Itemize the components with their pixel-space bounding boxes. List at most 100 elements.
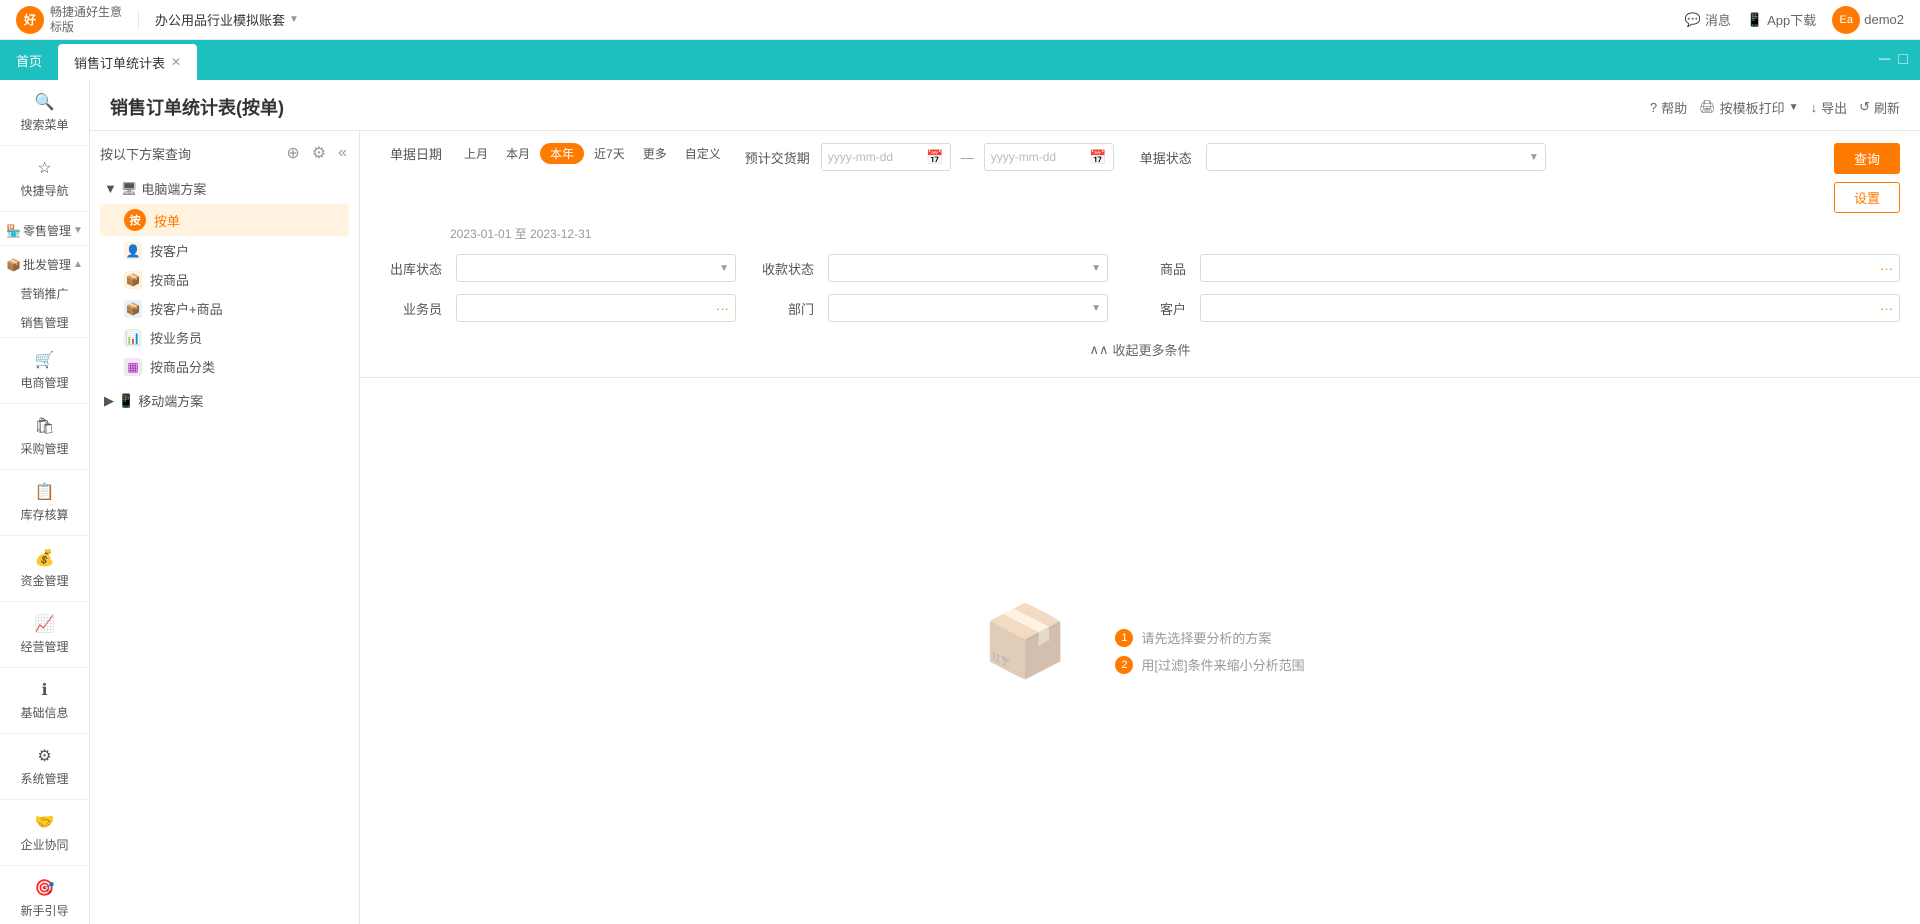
sidebar-item-marketing[interactable]: 营销推广 bbox=[0, 279, 89, 308]
sidebar-item-wholesale-mgmt[interactable]: 📦 批发管理 ▲ bbox=[0, 246, 89, 279]
empty-tips: 1 请先选择要分析的方案 2 用[过滤]条件来缩小分析范围 bbox=[1115, 628, 1304, 674]
collapse-btn[interactable]: ∧∧ 收起更多条件 bbox=[380, 334, 1900, 365]
guide-icon: 🎯 bbox=[35, 878, 55, 898]
order-status-select[interactable]: ▼ bbox=[1206, 143, 1546, 171]
workspace-selector[interactable]: 办公用品行业模拟账套 ▼ bbox=[155, 10, 299, 29]
ops-icon: 📈 bbox=[35, 614, 55, 634]
collapse-scheme-btn[interactable]: « bbox=[336, 142, 349, 164]
last-7-days-btn[interactable]: 近7天 bbox=[586, 143, 633, 164]
sidebar-item-ecommerce[interactable]: 🛒 电商管理 bbox=[0, 338, 89, 404]
sidebar-item-ops[interactable]: 📈 经营管理 bbox=[0, 602, 89, 668]
department-dropdown-icon: ▼ bbox=[1091, 303, 1101, 314]
empty-tip-1: 1 请先选择要分析的方案 bbox=[1115, 628, 1304, 647]
this-month-btn[interactable]: 本月 bbox=[498, 143, 538, 164]
scheme-item-by-customer[interactable]: 👤 按客户 bbox=[100, 236, 349, 265]
tab-bar-actions: ─ □ bbox=[1879, 51, 1920, 69]
last-month-btn[interactable]: 上月 bbox=[456, 143, 496, 164]
inner-layout: 按以下方案查询 ⊕ ⚙ « ▼ 🖥 电脑端方案 按 按单 bbox=[90, 131, 1920, 924]
customer-scheme-icon: 👤 bbox=[124, 242, 142, 260]
date-from-input[interactable]: yyyy-mm-dd 📅 bbox=[821, 143, 951, 171]
wholesale-icon: 📦 bbox=[6, 258, 21, 272]
payment-status-select[interactable]: ▼ bbox=[828, 254, 1108, 282]
maximize-icon[interactable]: □ bbox=[1898, 51, 1908, 69]
collapse-icon: ∧∧ bbox=[1089, 342, 1108, 358]
salesperson-more-icon[interactable]: ··· bbox=[716, 301, 729, 316]
message-icon: 💬 bbox=[1685, 12, 1701, 28]
collab-icon: 🤝 bbox=[35, 812, 55, 832]
scheme-settings-btn[interactable]: ⚙ bbox=[310, 141, 328, 165]
more-btn[interactable]: 更多 bbox=[635, 143, 675, 164]
scheme-item-by-customer-product[interactable]: 📦 按客户+商品 bbox=[100, 294, 349, 323]
delivery-status-select[interactable]: ▼ bbox=[456, 254, 736, 282]
sidebar-group-wholesale: 📦 批发管理 ▲ 营销推广 销售管理 bbox=[0, 246, 89, 338]
sidebar-item-enterprise-collab[interactable]: 🤝 企业协同 bbox=[0, 800, 89, 866]
help-icon: ? bbox=[1650, 100, 1657, 115]
sidebar-item-retail-mgmt[interactable]: 🏪 零售管理 ▼ bbox=[0, 212, 89, 245]
settings-btn[interactable]: 设置 bbox=[1834, 182, 1900, 213]
product-more-icon[interactable]: ··· bbox=[1880, 261, 1893, 276]
date-filter-group: 单据日期 上月 本月 本年 近7天 更多 自定义 bbox=[380, 143, 729, 164]
sidebar-item-inventory[interactable]: 📋 库存核算 bbox=[0, 470, 89, 536]
date-range-text: 2023-01-01 至 2023-12-31 bbox=[450, 225, 591, 242]
sidebar-item-purchase[interactable]: 🛍 采购管理 bbox=[0, 404, 89, 470]
mobile-icon: 📱 bbox=[118, 393, 134, 409]
scheme-item-by-salesperson[interactable]: 📊 按业务员 bbox=[100, 323, 349, 352]
print-dropdown-icon: ▼ bbox=[1789, 102, 1799, 113]
chevron-right-icon: ▶ bbox=[104, 393, 114, 409]
scheme-item-by-product-category[interactable]: ▦ 按商品分类 bbox=[100, 352, 349, 381]
retail-icon: 🏪 bbox=[6, 224, 21, 238]
star-icon: ☆ bbox=[37, 158, 51, 178]
refresh-btn[interactable]: ↺ 刷新 bbox=[1859, 98, 1900, 117]
payment-dropdown-icon: ▼ bbox=[1091, 263, 1101, 274]
customer-label: 客户 bbox=[1124, 299, 1194, 318]
calendar-icon: 📅 bbox=[926, 149, 943, 166]
messages-btn[interactable]: 💬 消息 bbox=[1685, 10, 1731, 29]
gear-icon: ⚙ bbox=[37, 746, 51, 766]
department-select[interactable]: ▼ bbox=[828, 294, 1108, 322]
scheme-item-by-order[interactable]: 按 按单 bbox=[100, 204, 349, 236]
refresh-icon: ↺ bbox=[1859, 99, 1870, 115]
logo-text: 畅捷通好生意 标版 bbox=[50, 5, 122, 34]
custom-btn[interactable]: 自定义 bbox=[677, 143, 729, 164]
minimize-icon[interactable]: ─ bbox=[1879, 51, 1890, 69]
avatar: Ea bbox=[1832, 6, 1860, 34]
template-print-btn[interactable]: 🖨 按模板打印 ▼ bbox=[1699, 98, 1798, 117]
help-btn[interactable]: ? 帮助 bbox=[1650, 98, 1687, 117]
purchase-icon: 🛍 bbox=[34, 416, 54, 436]
delivery-status-label: 出库状态 bbox=[380, 259, 450, 278]
sidebar-item-new-guide[interactable]: 🎯 新手引导 bbox=[0, 866, 89, 924]
pc-scheme-group-header[interactable]: ▼ 🖥 电脑端方案 bbox=[100, 173, 349, 204]
filter-row-1: 单据日期 上月 本月 本年 近7天 更多 自定义 预计交货期 bbox=[380, 143, 1900, 213]
date-range-display: 2023-01-01 至 2023-12-31 bbox=[380, 225, 1900, 242]
tip-number-1: 1 bbox=[1115, 629, 1133, 647]
sidebar-item-sales-mgmt[interactable]: 销售管理 bbox=[0, 308, 89, 337]
sidebar-item-basic-info[interactable]: ℹ 基础信息 bbox=[0, 668, 89, 734]
tab-sales-order-stats[interactable]: 销售订单统计表 ✕ bbox=[58, 44, 197, 80]
customer-more-icon[interactable]: ··· bbox=[1880, 301, 1893, 316]
tab-close-icon[interactable]: ✕ bbox=[171, 55, 181, 69]
app-download-btn[interactable]: 📱 App下载 bbox=[1747, 10, 1816, 29]
payment-status-group: 收款状态 ▼ bbox=[752, 254, 1108, 282]
this-year-btn[interactable]: 本年 bbox=[540, 143, 584, 164]
sidebar-item-finance[interactable]: 💰 资金管理 bbox=[0, 536, 89, 602]
scheme-item-by-product[interactable]: 📦 按商品 bbox=[100, 265, 349, 294]
sidebar-item-quick-nav[interactable]: ☆ 快捷导航 bbox=[0, 146, 89, 212]
product-select[interactable]: ··· bbox=[1200, 254, 1900, 282]
salesperson-select[interactable]: ··· bbox=[456, 294, 736, 322]
customer-select[interactable]: ··· bbox=[1200, 294, 1900, 322]
scheme-header: 按以下方案查询 ⊕ ⚙ « bbox=[100, 141, 349, 165]
page-actions: ? 帮助 🖨 按模板打印 ▼ ↓ 导出 ↺ 刷新 bbox=[1650, 98, 1900, 117]
date-to-input[interactable]: yyyy-mm-dd 📅 bbox=[984, 143, 1114, 171]
empty-illustration: 📦 bbox=[975, 601, 1075, 701]
print-icon: 🖨 bbox=[1699, 99, 1716, 115]
sidebar-item-system[interactable]: ⚙ 系统管理 bbox=[0, 734, 89, 800]
chevron-down-icon: ▼ bbox=[73, 225, 83, 236]
mobile-scheme-group-header[interactable]: ▶ 📱 移动端方案 bbox=[100, 385, 349, 416]
tab-home[interactable]: 首页 bbox=[0, 40, 58, 80]
query-btn[interactable]: 查询 bbox=[1834, 143, 1900, 174]
user-area[interactable]: Ea demo2 bbox=[1832, 6, 1904, 34]
sidebar-item-search-menu[interactable]: 🔍 搜索菜单 bbox=[0, 80, 89, 146]
add-scheme-btn[interactable]: ⊕ bbox=[284, 141, 301, 165]
pc-icon: 🖥 bbox=[121, 181, 138, 197]
export-btn[interactable]: ↓ 导出 bbox=[1811, 98, 1848, 117]
